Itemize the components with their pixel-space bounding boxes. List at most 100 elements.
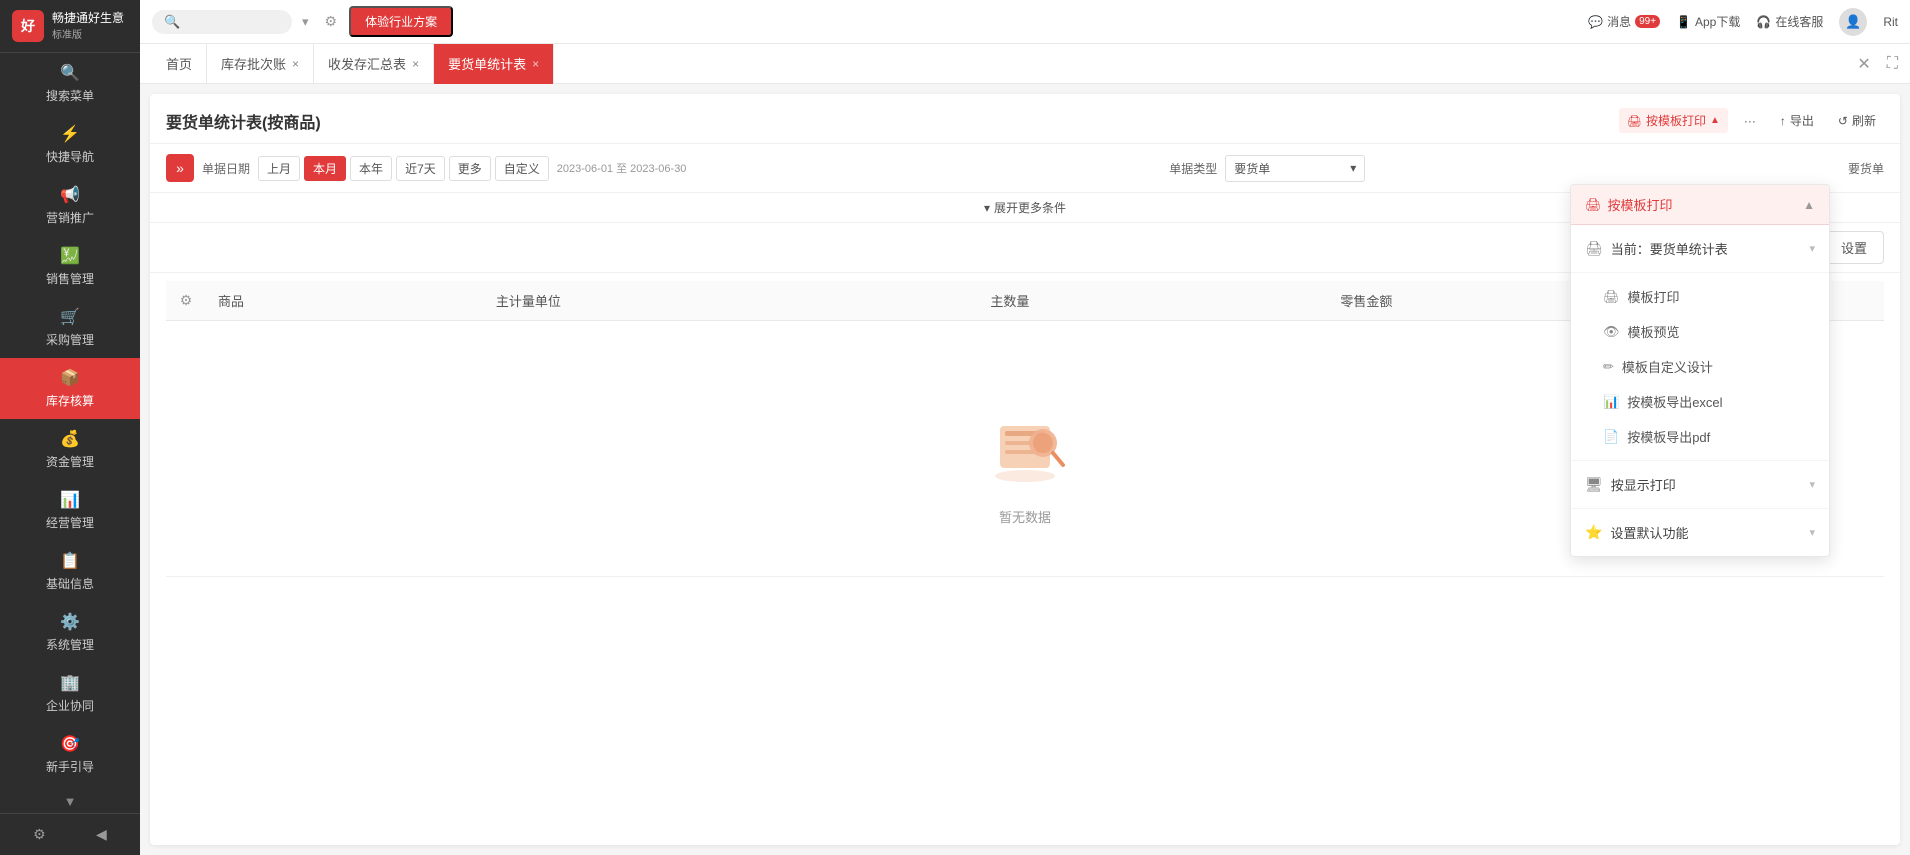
sidebar: 好 畅捷通好生意 标准版 🔍 搜索菜单 ⚡ 快捷导航 📢 营销推广 💹 销售管理… [0,0,140,855]
expand-more-label: 展开更多条件 [994,199,1066,216]
expand-more-icon: ▾ [984,201,990,215]
refresh-btn[interactable]: ↺ 刷新 [1830,108,1884,133]
sidebar-item-guide[interactable]: 🎯 新手引导 [0,724,140,785]
set-default-item[interactable]: ⭐ 设置默认功能 ▾ [1571,515,1829,550]
page-title: 要货单统计表(按商品) [166,109,321,133]
message-icon: 💬 [1588,15,1603,29]
empty-text: 暂无数据 [999,507,1051,526]
current-template-arrow: ▾ [1809,242,1815,255]
maximize-window-btn[interactable]: ⛶ [1883,51,1902,77]
print-dropdown-header: 🖨 按模板打印 ▲ [1571,185,1829,225]
main-area: 🔍 ▾ ⚙ 体验行业方案 💬 消息 99+ 📱 App下载 🎧 在线客服 👤 R… [140,0,1910,855]
table-gear-icon[interactable]: ⚙ [180,292,193,308]
tab-inventory-batch[interactable]: 库存批次账 × [207,44,314,84]
sidebar-item-sales-label: 销售管理 [46,270,94,287]
type-filter-chevron: ▾ [1350,161,1356,175]
display-print-item[interactable]: 🖥 按显示打印 ▾ [1571,467,1829,502]
col-qty: 主数量 [978,281,1328,321]
tab-collection-summary-close[interactable]: × [412,58,419,70]
sidebar-item-quicknav[interactable]: ⚡ 快捷导航 [0,114,140,175]
export-excel-item[interactable]: 📊 按模板导出excel [1571,384,1829,419]
tab-inventory-batch-close[interactable]: × [292,58,299,70]
current-icon: 🖨 [1585,240,1603,257]
type-filter-select[interactable]: 要货单 ▾ [1225,155,1365,182]
print-dropdown-icon: 🖨 [1585,197,1602,213]
filter-expand-btn[interactable]: » [166,154,194,182]
sidebar-item-search[interactable]: 🔍 搜索菜单 [0,53,140,114]
trial-btn[interactable]: 体验行业方案 [349,6,453,37]
template-print-item[interactable]: 🖨 模板打印 [1571,279,1829,314]
date-btn-this-year[interactable]: 本年 [350,156,392,181]
sidebar-item-purchase-label: 采购管理 [46,331,94,348]
topbar: 🔍 ▾ ⚙ 体验行业方案 💬 消息 99+ 📱 App下载 🎧 在线客服 👤 R… [140,0,1910,44]
sidebar-item-finance[interactable]: 💰 资金管理 [0,419,140,480]
col-goods: 商品 [206,281,484,321]
collapse-footer-btn[interactable]: ◀ [92,822,111,847]
topbar-search-box[interactable]: 🔍 [152,10,292,34]
template-print-icon: 🖨 [1603,289,1620,305]
topbar-dropdown-btn[interactable]: ▾ [302,14,309,30]
date-btn-custom[interactable]: 自定义 [495,156,549,181]
goods-filter-label: 要货单 [1848,160,1884,177]
display-print-label: 按显示打印 [1611,475,1676,494]
user-avatar[interactable]: 👤 [1839,8,1867,36]
close-window-btn[interactable]: ✕ [1853,50,1874,78]
quick-nav-icon: ⚡ [60,124,80,144]
date-btn-more[interactable]: 更多 [449,156,491,181]
settings-btn[interactable]: 设置 [1824,231,1884,264]
sidebar-item-operations-label: 经营管理 [46,514,94,531]
print-dropdown-title: 🖨 按模板打印 [1585,195,1673,214]
export-icon: ↑ [1780,114,1786,128]
sidebar-scroll-down[interactable]: ▼ [0,790,140,813]
date-btn-7days[interactable]: 近7天 [396,156,445,181]
sidebar-item-operations[interactable]: 📊 经营管理 [0,480,140,541]
page-header: 要货单统计表(按商品) 🖨 按模板打印 ▲ ··· ↑ 导出 [150,94,1900,144]
type-filter-label: 单据类型 [1169,160,1217,177]
sidebar-item-basicinfo[interactable]: 📋 基础信息 [0,541,140,602]
set-default-arrow: ▾ [1809,526,1815,539]
app-download-btn[interactable]: 📱 App下载 [1676,13,1740,30]
template-preview-item[interactable]: 👁 模板预览 [1571,314,1829,349]
export-btn[interactable]: ↑ 导出 [1772,108,1822,133]
set-default-label: 设置默认功能 [1610,523,1688,542]
tab-order-summary[interactable]: 要货单统计表 × [434,44,554,84]
tabs-bar: 首页 库存批次账 × 收发存汇总表 × 要货单统计表 × ✕ ⛶ [140,44,1910,84]
print-dropdown-chevron[interactable]: ▲ [1803,198,1815,212]
online-service-label: 在线客服 [1775,13,1823,30]
topbar-gear-icon[interactable]: ⚙ [325,13,338,30]
col-gear[interactable]: ⚙ [166,281,206,321]
search-nav-icon: 🔍 [60,63,80,83]
content-area: 要货单统计表(按商品) 🖨 按模板打印 ▲ ··· ↑ 导出 [140,84,1910,855]
date-btn-this-month[interactable]: 本月 [304,156,346,181]
more-options-btn[interactable]: ··· [1736,110,1764,132]
display-print-icon: 🖥 [1585,476,1603,493]
tab-order-summary-close[interactable]: × [532,58,539,70]
col-unit: 主计量单位 [484,281,978,321]
sidebar-item-system[interactable]: ⚙️ 系统管理 [0,602,140,663]
settings-footer-btn[interactable]: ⚙ [29,822,50,847]
sidebar-item-inventory-label: 库存核算 [46,392,94,409]
messages-label: 消息 [1607,13,1631,30]
guide-icon: 🎯 [60,734,80,754]
date-btn-last-month[interactable]: 上月 [258,156,300,181]
sidebar-item-inventory[interactable]: 📦 库存核算 [0,358,140,419]
sidebar-item-purchase[interactable]: 🛒 采购管理 [0,297,140,358]
template-design-item[interactable]: ✏ 模板自定义设计 [1571,349,1829,384]
type-filter-placeholder: 要货单 [1234,160,1270,177]
online-service-btn[interactable]: 🎧 在线客服 [1756,13,1823,30]
sidebar-item-sales[interactable]: 💹 销售管理 [0,236,140,297]
sidebar-item-enterprise[interactable]: 🏢 企业协同 [0,663,140,724]
sidebar-item-marketing[interactable]: 📢 营销推广 [0,175,140,236]
current-template-item[interactable]: 🖨 当前：要货单统计表 ▾ [1571,231,1829,266]
tab-home[interactable]: 首页 [152,44,207,84]
print-btn[interactable]: 🖨 按模板打印 ▲ [1619,108,1728,133]
tab-collection-summary[interactable]: 收发存汇总表 × [314,44,434,84]
print-icon: 🖨 [1627,114,1642,128]
export-pdf-label: 按模板导出pdf [1627,427,1710,446]
sidebar-item-guide-label: 新手引导 [46,758,94,775]
messages-btn[interactable]: 💬 消息 99+ [1588,13,1660,30]
sidebar-footer: ⚙ ◀ [0,813,140,855]
enterprise-icon: 🏢 [60,673,80,693]
export-pdf-item[interactable]: 📄 按模板导出pdf [1571,419,1829,454]
display-print-arrow: ▾ [1809,478,1815,491]
